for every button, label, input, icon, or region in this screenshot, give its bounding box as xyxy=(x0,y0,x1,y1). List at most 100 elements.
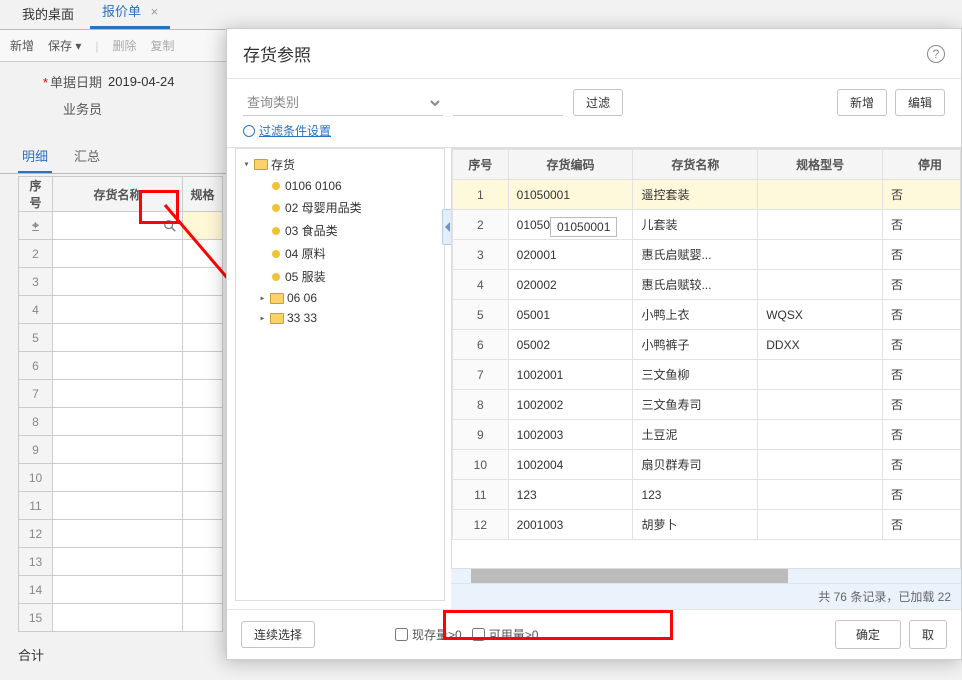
th-name[interactable]: 存货名称 xyxy=(633,150,758,180)
table-row[interactable]: 3020001惠氏启赋婴...否盒 xyxy=(453,240,962,270)
cell[interactable] xyxy=(53,380,183,408)
date-value[interactable]: 2019-04-24 xyxy=(108,74,175,89)
table-row[interactable]: 11123123否个 xyxy=(453,480,962,510)
table-row[interactable]: 71002001三文鱼柳否KG xyxy=(453,360,962,390)
cell[interactable] xyxy=(183,492,223,520)
tree-leaf[interactable]: 0106 0106 xyxy=(258,176,442,196)
save-button[interactable]: 保存 ▾ xyxy=(48,37,81,54)
th-stop[interactable]: 停用 xyxy=(883,150,961,180)
cancel-button[interactable]: 取 xyxy=(909,620,947,649)
cell-code: 020002 xyxy=(508,270,633,300)
continuous-select-button[interactable]: 连续选择 xyxy=(241,621,315,648)
cell-name: 遥控套装 xyxy=(633,180,758,210)
table-row[interactable]: 101002004扇贝群寿司否个 xyxy=(453,450,962,480)
cell[interactable] xyxy=(183,296,223,324)
table-row[interactable]: 81002002三文鱼寿司否个 xyxy=(453,390,962,420)
sales-label: 业务员 xyxy=(18,99,108,118)
col-seq: 序号 xyxy=(19,177,53,212)
delete-button[interactable]: 删除 xyxy=(113,37,137,54)
cell[interactable] xyxy=(53,296,183,324)
cell-spec xyxy=(758,510,883,540)
copy-button[interactable]: 复制 xyxy=(151,37,175,54)
table-row[interactable]: 91002003土豆泥否包 xyxy=(453,420,962,450)
cell[interactable] xyxy=(53,324,183,352)
cell[interactable] xyxy=(53,268,183,296)
cell[interactable] xyxy=(53,352,183,380)
annotation-box-checks xyxy=(443,610,673,640)
modal-edit-button[interactable]: 编辑 xyxy=(895,89,945,116)
gear-icon xyxy=(243,125,255,137)
cell[interactable] xyxy=(53,520,183,548)
cell-code: 2001003 xyxy=(508,510,633,540)
cell[interactable] xyxy=(183,520,223,548)
tree-branch[interactable]: ▸06 06 xyxy=(258,288,442,308)
tree-branch[interactable]: ▸33 33 xyxy=(258,308,442,328)
inventory-table[interactable]: 序号 存货编码 存货名称 规格型号 停用 计量单位 101050001遥控套装否… xyxy=(451,148,961,569)
ok-button[interactable]: 确定 xyxy=(835,620,901,649)
table-row[interactable]: 505001小鸭上衣WQSX否件 xyxy=(453,300,962,330)
inventory-modal: 存货参照 ? 查询类别 过滤 新增 编辑 过滤条件设置 ▾存货 0106 010… xyxy=(226,28,962,660)
cell-seq: 7 xyxy=(453,360,509,390)
cell[interactable] xyxy=(183,604,223,632)
cell[interactable] xyxy=(183,240,223,268)
tree-leaf[interactable]: 04 原料 xyxy=(258,242,442,265)
query-category-select[interactable]: 查询类别 xyxy=(243,90,443,116)
th-code[interactable]: 存货编码 xyxy=(508,150,633,180)
cell[interactable] xyxy=(183,324,223,352)
cell[interactable] xyxy=(53,576,183,604)
cell[interactable] xyxy=(183,352,223,380)
cell[interactable] xyxy=(53,492,183,520)
table-row[interactable]: 101050001遥控套装否盒 xyxy=(453,180,962,210)
tab-desktop[interactable]: 我的桌面 xyxy=(10,0,86,29)
cell[interactable] xyxy=(53,408,183,436)
cell-seq: 5 xyxy=(453,300,509,330)
filter-bar: 查询类别 过滤 新增 编辑 xyxy=(227,79,961,120)
folder-icon xyxy=(254,159,268,170)
tree-root[interactable]: ▾存货 xyxy=(242,153,442,176)
sub-tab-detail[interactable]: 明细 xyxy=(18,140,52,173)
cell-spec xyxy=(758,480,883,510)
cell[interactable] xyxy=(53,604,183,632)
filter-search-input[interactable] xyxy=(453,90,563,116)
cell-stop: 否 xyxy=(883,300,961,330)
row-num: 10 xyxy=(19,464,53,492)
filter-settings-link[interactable]: 过滤条件设置 xyxy=(227,120,961,147)
cell[interactable] xyxy=(183,268,223,296)
cell[interactable] xyxy=(53,240,183,268)
cell[interactable] xyxy=(53,548,183,576)
cell-seq: 2 xyxy=(453,210,509,240)
modal-new-button[interactable]: 新增 xyxy=(837,89,887,116)
cell[interactable] xyxy=(183,436,223,464)
cell[interactable] xyxy=(183,464,223,492)
cell-seq: 9 xyxy=(453,420,509,450)
date-label: 单据日期 xyxy=(50,75,102,90)
table-row[interactable]: 201050002儿套装否盒 xyxy=(453,210,962,240)
cell[interactable] xyxy=(183,380,223,408)
table-row[interactable]: 605002小鸭裤子DDXX否件 xyxy=(453,330,962,360)
category-tree[interactable]: ▾存货 0106 010602 母婴用品类03 食品类04 原料05 服装▸06… xyxy=(235,148,445,601)
pager-text: 共 76 条记录，已加载 22 xyxy=(451,583,961,609)
help-icon[interactable]: ? xyxy=(927,45,945,63)
table-row[interactable]: 122001003胡萝卜否KG xyxy=(453,510,962,540)
filter-button[interactable]: 过滤 xyxy=(573,89,623,116)
cell[interactable] xyxy=(53,464,183,492)
cell[interactable] xyxy=(183,548,223,576)
sub-tab-summary[interactable]: 汇总 xyxy=(70,140,104,173)
close-icon[interactable]: × xyxy=(151,4,159,19)
th-spec[interactable]: 规格型号 xyxy=(758,150,883,180)
tree-leaf[interactable]: 02 母婴用品类 xyxy=(258,196,442,219)
cell-code: 05001 xyxy=(508,300,633,330)
th-seq[interactable]: 序号 xyxy=(453,150,509,180)
h-scrollbar[interactable] xyxy=(451,569,961,583)
cell[interactable] xyxy=(183,576,223,604)
table-row[interactable]: 4020002惠氏启赋较...否盒 xyxy=(453,270,962,300)
tab-quote[interactable]: 报价单 × xyxy=(90,0,170,29)
cell[interactable] xyxy=(183,408,223,436)
tree-leaf[interactable]: 05 服装 xyxy=(258,265,442,288)
cell[interactable] xyxy=(53,436,183,464)
cell-code: 123 xyxy=(508,480,633,510)
row-num: 9 xyxy=(19,436,53,464)
tree-leaf[interactable]: 03 食品类 xyxy=(258,219,442,242)
new-button[interactable]: 新增 xyxy=(10,37,34,54)
row-handle[interactable]: ⌖ xyxy=(19,212,53,240)
